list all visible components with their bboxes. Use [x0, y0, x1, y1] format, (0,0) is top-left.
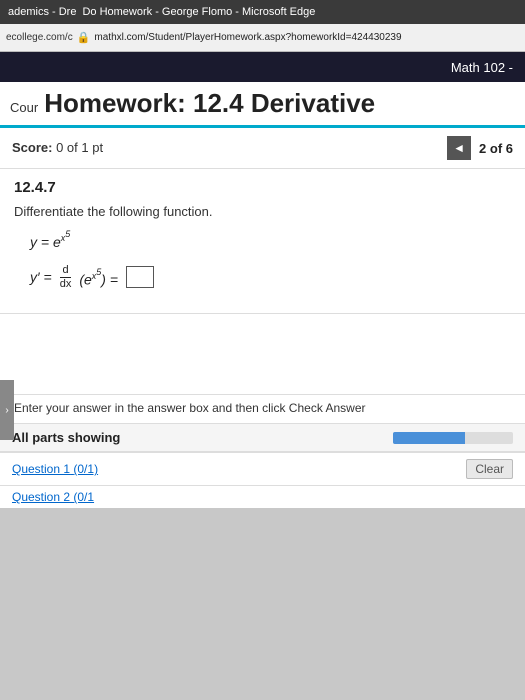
derivative-equation: y′ = d dx (ex5) =	[30, 264, 511, 291]
homework-title: Homework: 12.4 Derivative	[44, 88, 375, 119]
progress-bar-fill	[393, 432, 465, 444]
question-counter: 2 of 6	[479, 141, 513, 156]
question1-link[interactable]: Question 1 (0/1)	[12, 462, 98, 476]
question2-link[interactable]: Question 2 (0/1	[12, 490, 94, 504]
frac-denominator: dx	[58, 278, 74, 291]
answer-box[interactable]	[126, 266, 154, 288]
prev-button[interactable]: ◄	[447, 136, 471, 160]
url-text: mathxl.com/Student/PlayerHomework.aspx?h…	[94, 32, 401, 43]
question2-area: Question 2 (0/1	[0, 485, 525, 508]
score-bar: Score: 0 of 1 pt ◄ 2 of 6	[0, 128, 525, 169]
y-prime: y′ =	[30, 269, 52, 285]
top-bar: Math 102 -	[0, 52, 525, 82]
progress-bar-container	[393, 432, 513, 444]
frac-numerator: d	[60, 264, 70, 278]
question-number: 12.4.7	[14, 179, 511, 196]
enter-instruction: Enter your answer in the answer box and …	[0, 394, 525, 423]
parts-bar: All parts showing	[0, 423, 525, 452]
score-label: Score: 0 of 1 pt	[12, 140, 103, 155]
all-parts-label: All parts showing	[12, 430, 120, 445]
function-display: y = ex5 y′ = d dx (ex5) =	[30, 229, 511, 291]
score-area: Score: 0 of 1 pt	[12, 139, 103, 157]
browser-addressbar: ecollege.com/c 🔒 mathxl.com/Student/Play…	[0, 24, 525, 52]
course-name: Math 102 -	[451, 60, 513, 75]
exp-sup: x5	[92, 271, 102, 281]
y-equals: y = ex5	[30, 234, 70, 250]
tab-left-text: ademics - Dre	[8, 6, 76, 18]
course-label: Cour	[10, 100, 38, 115]
nav-area: ◄ 2 of 6	[447, 136, 513, 160]
course-header: Cour Homework: 12.4 Derivative	[0, 82, 525, 128]
main-content: Score: 0 of 1 pt ◄ 2 of 6 12.4.7 Differe…	[0, 128, 525, 508]
question-instruction: Differentiate the following function.	[14, 204, 511, 219]
clear-button[interactable]: Clear	[466, 459, 513, 479]
e-paren: (ex5) =	[79, 267, 118, 288]
lock-icon: 🔒	[77, 31, 91, 44]
fraction: d dx	[58, 264, 74, 291]
sidebar-tab[interactable]: ›	[0, 380, 14, 440]
sidebar-arrow-icon: ›	[5, 405, 8, 416]
question-section: 12.4.7 Differentiate the following funct…	[0, 169, 525, 314]
bottom-nav: Question 1 (0/1) Clear	[0, 452, 525, 485]
function-equation: y = ex5	[30, 229, 511, 250]
spacer-area	[0, 314, 525, 394]
left-arrow-icon: ◄	[453, 141, 465, 155]
address-left: ecollege.com/c	[6, 32, 73, 43]
titlebar-text: Do Homework - George Flomo - Microsoft E…	[82, 6, 315, 18]
x5-sup: x5	[61, 233, 71, 243]
browser-titlebar: ademics - Dre Do Homework - George Flomo…	[0, 0, 525, 24]
